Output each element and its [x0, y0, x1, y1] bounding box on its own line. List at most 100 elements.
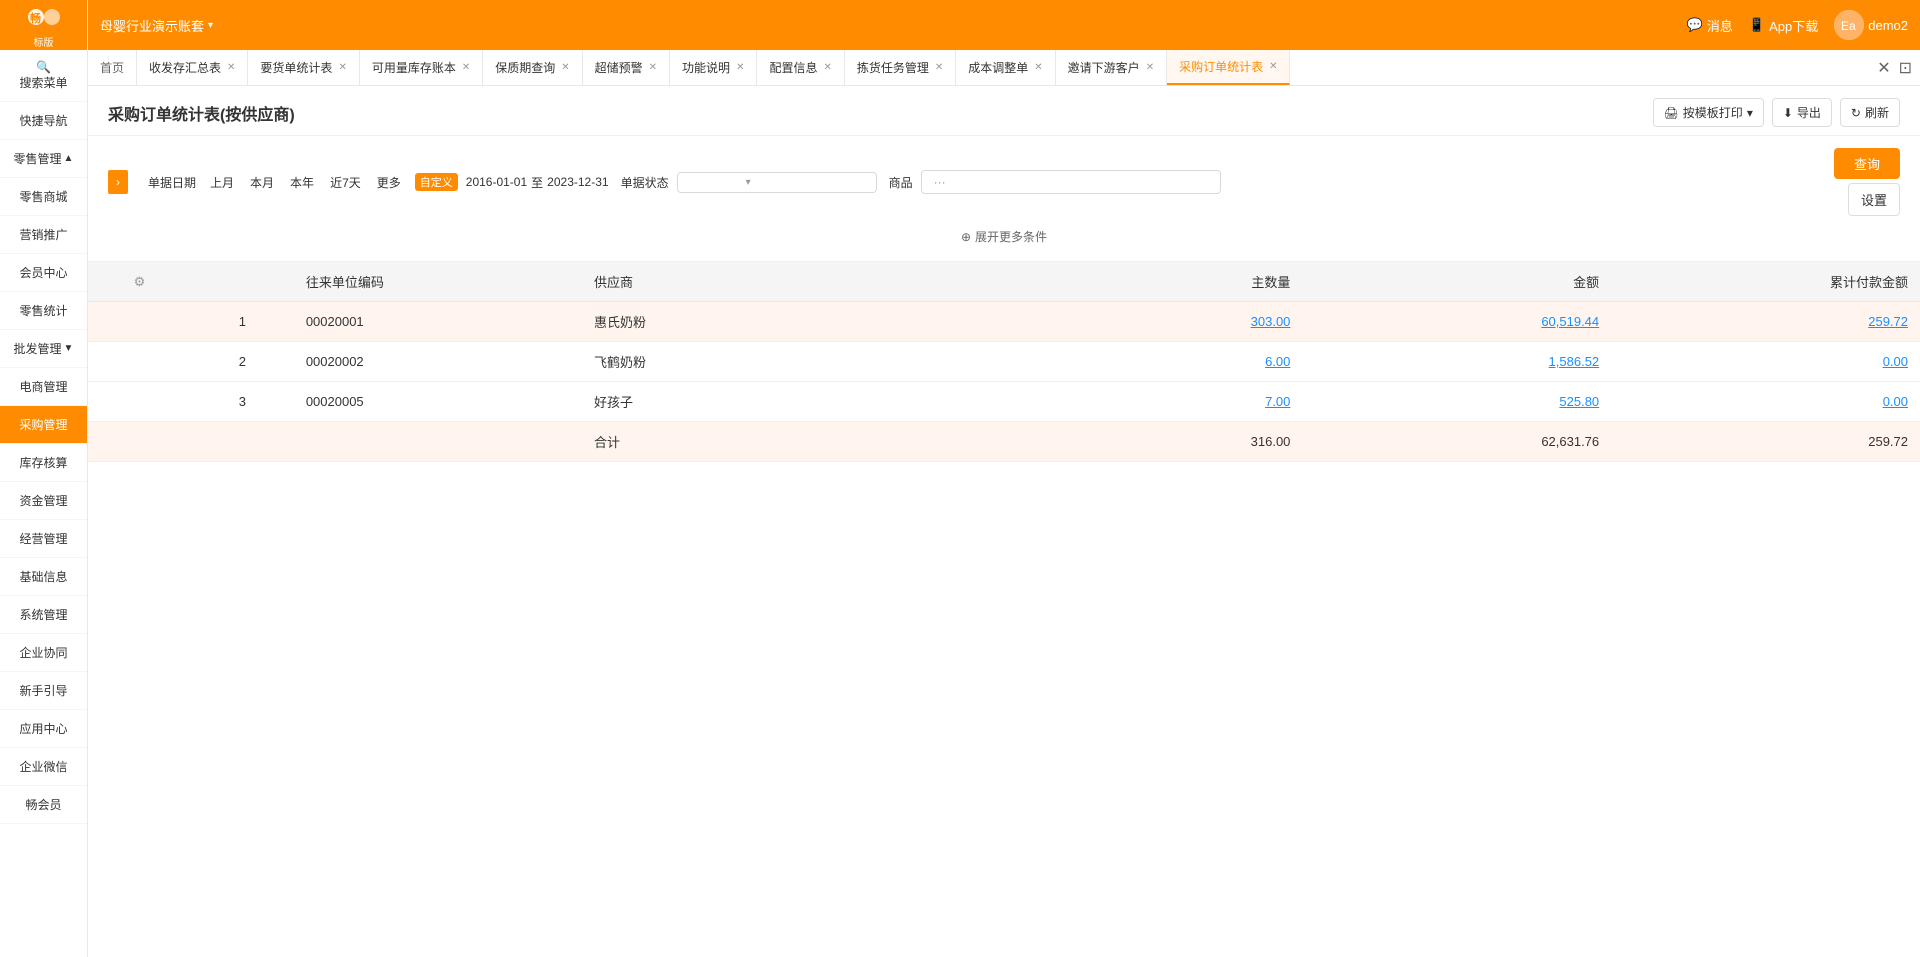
sidebar-item-retail[interactable]: 零售管理 ▲: [0, 140, 87, 178]
workspace-selector[interactable]: 母婴行业演示账套 ▾: [100, 16, 213, 35]
paid-link[interactable]: 259.72: [1868, 314, 1908, 329]
sidebar-item-member[interactable]: 会员中心: [0, 254, 87, 292]
tab-config-info[interactable]: 配置信息 ✕: [757, 50, 844, 85]
status-select[interactable]: ▾: [677, 172, 877, 193]
sidebar-item-label-wechat: 企业微信: [4, 758, 83, 775]
sidebar-item-wholesale[interactable]: 批发管理 ▼: [0, 330, 87, 368]
tab-close-icon-4[interactable]: ✕: [561, 62, 569, 73]
tab-invite-downstream[interactable]: 邀请下游客户 ✕: [1056, 50, 1167, 85]
search-icon: 🔍: [4, 60, 83, 74]
date-to[interactable]: 2023-12-31: [547, 175, 608, 189]
print-chevron-icon: ▾: [1747, 106, 1753, 120]
tab-purchase-stats[interactable]: 采购订单统计表 ✕: [1167, 50, 1290, 85]
sidebar-item-shortcut[interactable]: 快捷导航: [0, 102, 87, 140]
sidebar-item-ecommerce[interactable]: 电商管理: [0, 368, 87, 406]
query-button[interactable]: 查询: [1834, 148, 1900, 179]
sidebar-item-wechat[interactable]: 企业微信: [0, 748, 87, 786]
status-chevron-icon: ▾: [746, 177, 751, 188]
tab-close-icon-9[interactable]: ✕: [1034, 62, 1042, 73]
sidebar-item-member2[interactable]: 畅会员: [0, 786, 87, 824]
shortcut-more[interactable]: 更多: [371, 172, 407, 193]
message-button[interactable]: 💬 消息: [1687, 16, 1733, 35]
amount-link[interactable]: 525.80: [1559, 394, 1599, 409]
tab-close-icon-6[interactable]: ✕: [736, 62, 744, 73]
tab-overstock-warning[interactable]: 超储预警 ✕: [583, 50, 670, 85]
sidebar-item-enterprise[interactable]: 企业协同: [0, 634, 87, 672]
tab-available-stock[interactable]: 可用量库存账本 ✕: [360, 50, 483, 85]
sidebar-item-basic-info[interactable]: 基础信息: [0, 558, 87, 596]
tab-close-icon[interactable]: ✕: [227, 62, 235, 73]
date-from[interactable]: 2016-01-01: [466, 175, 527, 189]
tab-home[interactable]: 首页: [88, 50, 137, 85]
paid-link[interactable]: 0.00: [1883, 354, 1908, 369]
total-label-cell: 合计: [582, 422, 994, 462]
sidebar-item-app-center[interactable]: 应用中心: [0, 710, 87, 748]
tab-close-icon-7[interactable]: ✕: [823, 62, 831, 73]
sidebar-item-label-system: 系统管理: [4, 606, 83, 623]
row-seq-cell: 2: [191, 342, 294, 382]
shortcut-last-month[interactable]: 上月: [204, 172, 240, 193]
tab-pickup-task[interactable]: 拣货任务管理 ✕: [845, 50, 956, 85]
tab-close-icon-2[interactable]: ✕: [338, 62, 346, 73]
print-label: 按模板打印: [1683, 104, 1743, 121]
app-download-button[interactable]: 📱 App下载: [1749, 16, 1818, 35]
expand-filter-button[interactable]: ⊕ 展开更多条件: [961, 228, 1047, 245]
sidebar-item-marketing[interactable]: 营销推广: [0, 216, 87, 254]
tab-close-icon-11[interactable]: ✕: [1269, 61, 1277, 72]
tab-warranty-query[interactable]: 保质期查询 ✕: [483, 50, 582, 85]
sidebar-item-new-guide[interactable]: 新手引导: [0, 672, 87, 710]
tab-receive-summary[interactable]: 收发存汇总表 ✕: [137, 50, 248, 85]
tab-function-desc[interactable]: 功能说明 ✕: [670, 50, 757, 85]
sidebar-item-finance[interactable]: 资金管理: [0, 482, 87, 520]
sidebar-item-purchase[interactable]: 采购管理: [0, 406, 87, 444]
row-supplier-cell: 飞鹤奶粉: [582, 342, 994, 382]
qty-link[interactable]: 6.00: [1265, 354, 1290, 369]
sidebar-item-retail-shop[interactable]: 零售商城: [0, 178, 87, 216]
svg-text:Ea: Ea: [1841, 19, 1856, 33]
tab-maximize-icon[interactable]: ⊡: [1899, 58, 1912, 78]
total-paid: 259.72: [1868, 434, 1908, 449]
tab-close-icon-3[interactable]: ✕: [462, 62, 470, 73]
filter-toggle-icon[interactable]: ›: [108, 170, 128, 194]
shortcut-this-year[interactable]: 本年: [284, 172, 320, 193]
goods-dots-icon: ···: [934, 175, 946, 189]
sidebar-item-retail-stats[interactable]: 零售统计: [0, 292, 87, 330]
refresh-button[interactable]: ↻ 刷新: [1840, 98, 1900, 127]
sidebar-item-search[interactable]: 🔍 搜索菜单: [0, 50, 87, 102]
shortcut-this-month[interactable]: 本月: [244, 172, 280, 193]
row-supplier-cell: 好孩子: [582, 382, 994, 422]
sidebar-item-inventory[interactable]: 库存核算: [0, 444, 87, 482]
amount-link[interactable]: 1,586.52: [1549, 354, 1600, 369]
settings-button[interactable]: 设置: [1848, 183, 1900, 216]
sidebar-item-label-app-center: 应用中心: [4, 720, 83, 737]
row-seq-cell: 1: [191, 302, 294, 342]
sidebar-item-label-search: 搜索菜单: [4, 74, 83, 91]
qty-link[interactable]: 303.00: [1251, 314, 1291, 329]
row-qty-cell: 6.00: [994, 342, 1303, 382]
row-qty-cell: 303.00: [994, 302, 1303, 342]
sidebar-item-operations[interactable]: 经营管理: [0, 520, 87, 558]
tab-cost-adjust[interactable]: 成本调整单 ✕: [956, 50, 1055, 85]
tab-close-icon-8[interactable]: ✕: [935, 62, 943, 73]
amount-link[interactable]: 60,519.44: [1541, 314, 1599, 329]
filter-expand-row: ⊕ 展开更多条件: [108, 216, 1900, 249]
sidebar-item-system[interactable]: 系统管理: [0, 596, 87, 634]
page-header-actions: 🖨 按模板打印 ▾ ⬇ 导出 ↻ 刷新: [1653, 98, 1900, 127]
tab-close-icon-5[interactable]: ✕: [649, 62, 657, 73]
user-profile[interactable]: Ea demo2: [1834, 10, 1908, 40]
print-button[interactable]: 🖨 按模板打印 ▾: [1653, 98, 1764, 127]
top-bar: 母婴行业演示账套 ▾ 💬 消息 📱 App下载 Ea demo2: [88, 0, 1920, 50]
goods-select[interactable]: ···: [921, 170, 1221, 194]
tab-goods-stats[interactable]: 要货单统计表 ✕: [248, 50, 359, 85]
query-actions: 查询 设置: [1834, 148, 1900, 216]
export-button[interactable]: ⬇ 导出: [1772, 98, 1832, 127]
username-label: demo2: [1868, 18, 1908, 33]
qty-link[interactable]: 7.00: [1265, 394, 1290, 409]
paid-link[interactable]: 0.00: [1883, 394, 1908, 409]
total-amount: 62,631.76: [1541, 434, 1599, 449]
th-settings[interactable]: ⚙: [88, 262, 191, 302]
tab-receive-summary-label: 收发存汇总表: [149, 59, 221, 76]
tab-close-all-icon[interactable]: ✕: [1877, 58, 1890, 78]
shortcut-7-days[interactable]: 近7天: [324, 172, 367, 193]
tab-close-icon-10[interactable]: ✕: [1146, 62, 1154, 73]
